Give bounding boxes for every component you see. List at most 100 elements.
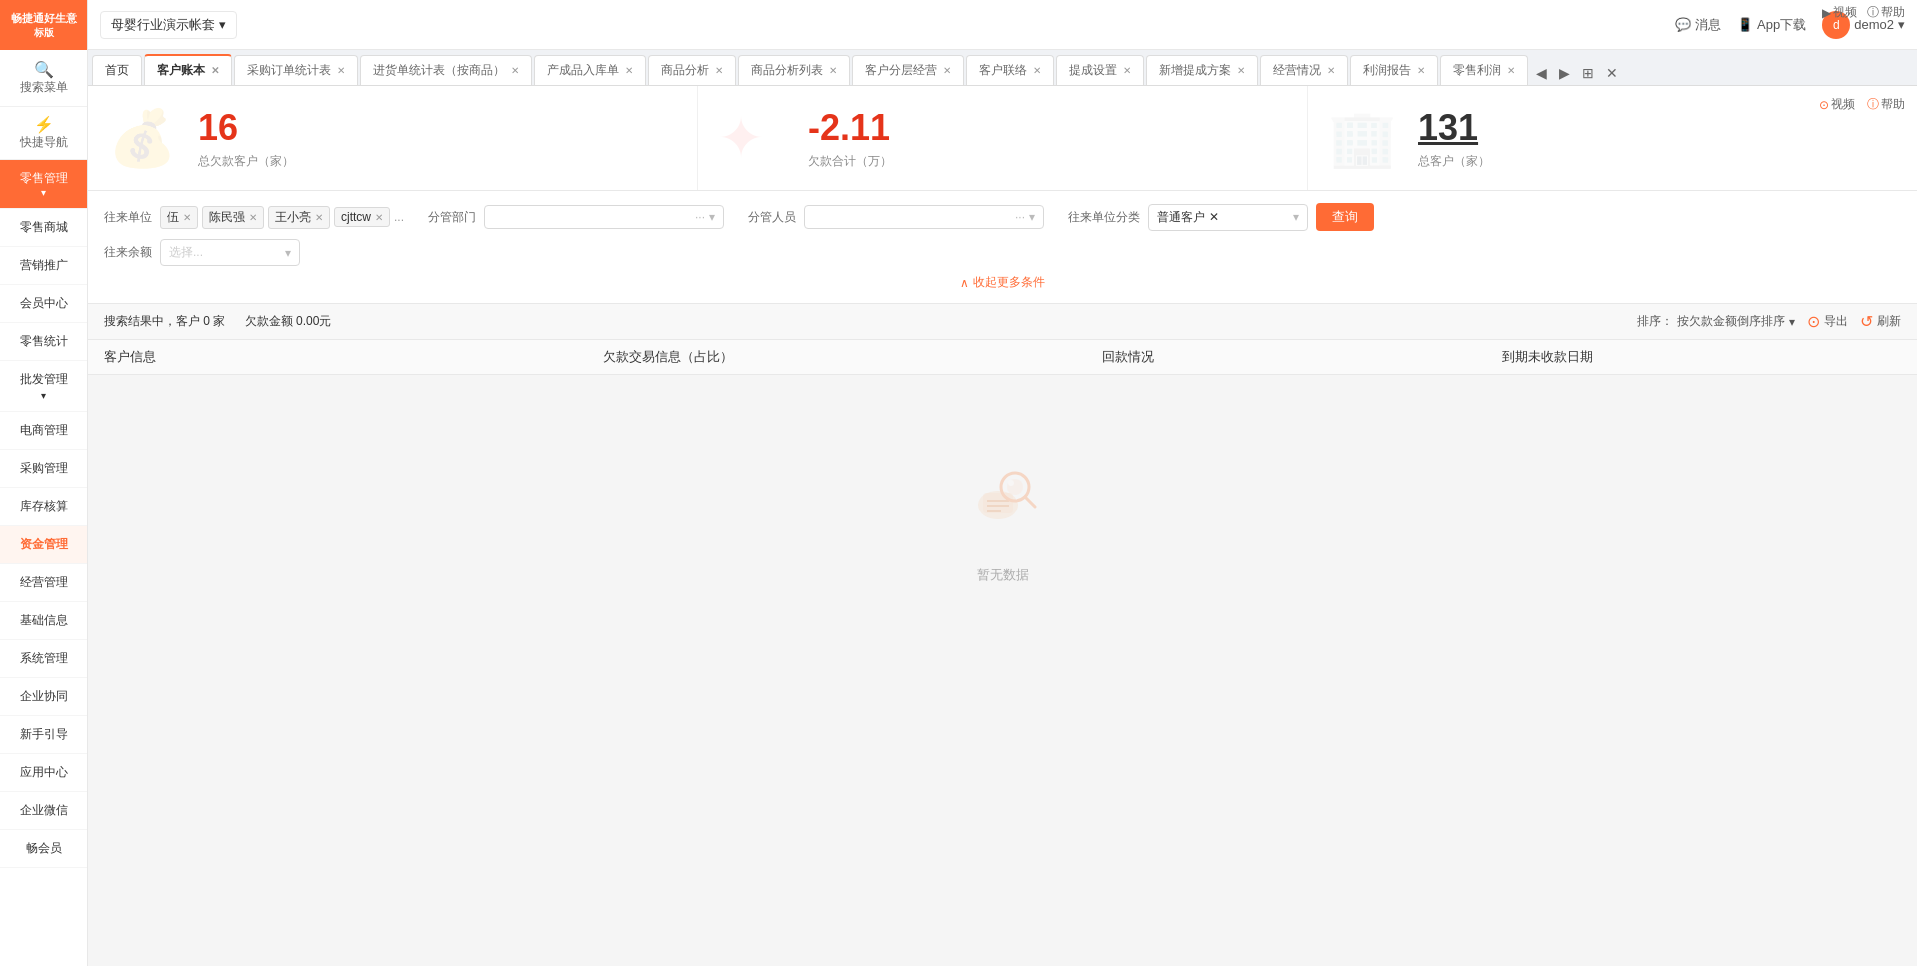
collapse-label: 收起更多条件	[973, 274, 1045, 291]
tab-profit-report[interactable]: 利润报告 ✕	[1350, 55, 1438, 85]
tab-profit-report-close[interactable]: ✕	[1417, 65, 1425, 76]
sidebar-item-app-center[interactable]: 应用中心	[0, 754, 87, 792]
sidebar-item-purchase[interactable]: 采购管理	[0, 450, 87, 488]
stat-video-btn[interactable]: ⊙ 视频	[1819, 96, 1855, 113]
person-filter-label: 分管人员	[748, 209, 796, 226]
tab-product-analysis[interactable]: 商品分析 ✕	[648, 55, 736, 85]
tab-customer-accounts-close[interactable]: ✕	[211, 65, 219, 76]
sidebar-item-member[interactable]: 会员中心	[0, 285, 87, 323]
stat-customers-value: 16	[198, 106, 294, 149]
classification-selector[interactable]: 普通客户 ✕ ▾	[1148, 204, 1308, 231]
tag-2-text: 陈民强	[209, 209, 245, 226]
sidebar-item-operations[interactable]: 经营管理	[0, 564, 87, 602]
sidebar-item-enterprise[interactable]: 企业协同	[0, 678, 87, 716]
sidebar-item-inventory[interactable]: 库存核算	[0, 488, 87, 526]
sidebar-retail-stats-label: 零售统计	[6, 333, 81, 350]
info-circle-icon: ⓘ	[1867, 96, 1879, 113]
sort-chevron-icon: ▾	[1789, 315, 1795, 329]
tag-4-close[interactable]: ✕	[375, 212, 383, 223]
tag-3-text: 王小亮	[275, 209, 311, 226]
tab-close-all[interactable]: ✕	[1600, 61, 1624, 85]
sidebar-quick-nav[interactable]: ⚡ 快捷导航	[0, 107, 87, 160]
tab-product-entry[interactable]: 产成品入库单 ✕	[534, 55, 646, 85]
dept-selector[interactable]: ··· ▾	[484, 205, 724, 229]
export-icon: ⊙	[1807, 312, 1820, 331]
message-icon: 💬	[1675, 17, 1691, 32]
sidebar-item-wechat[interactable]: 企业微信	[0, 792, 87, 830]
sidebar-item-finance[interactable]: 资金管理	[0, 526, 87, 564]
account-selector[interactable]: 母婴行业演示帐套 ▾	[100, 11, 237, 39]
refresh-button[interactable]: ↺ 刷新	[1860, 312, 1901, 331]
filter-tag-2[interactable]: 陈民强 ✕	[202, 206, 264, 229]
tab-customer-accounts[interactable]: 客户账本 ✕	[144, 54, 232, 85]
tab-purchase-order[interactable]: 采购订单统计表 ✕	[234, 55, 358, 85]
tab-product-analysis-list-close[interactable]: ✕	[829, 65, 837, 76]
sidebar-member-label: 会员中心	[6, 295, 81, 312]
tab-customer-contact-close[interactable]: ✕	[1033, 65, 1041, 76]
tab-operations[interactable]: 经营情况 ✕	[1260, 55, 1348, 85]
tab-new-promo-close[interactable]: ✕	[1237, 65, 1245, 76]
tab-purchase-stats-close[interactable]: ✕	[511, 65, 519, 76]
sidebar-item-basic-info[interactable]: 基础信息	[0, 602, 87, 640]
tab-purchase-order-close[interactable]: ✕	[337, 65, 345, 76]
message-button[interactable]: 💬 消息	[1675, 16, 1721, 34]
sidebar-item-retail[interactable]: 零售管理 ▾	[0, 160, 87, 209]
tag-1-close[interactable]: ✕	[183, 212, 191, 223]
dept-chevron-icon: ▾	[709, 210, 715, 224]
tab-purchase-stats[interactable]: 进货单统计表（按商品） ✕	[360, 55, 532, 85]
sidebar-app-center-label: 应用中心	[6, 764, 81, 781]
filter-tag-3[interactable]: 王小亮 ✕	[268, 206, 330, 229]
collapse-button[interactable]: ∧ 收起更多条件	[960, 274, 1045, 291]
tab-customer-segment-close[interactable]: ✕	[943, 65, 951, 76]
tab-product-analysis-close[interactable]: ✕	[715, 65, 723, 76]
tag-3-close[interactable]: ✕	[315, 212, 323, 223]
sidebar-item-system[interactable]: 系统管理	[0, 640, 87, 678]
tab-scroll-left[interactable]: ◀	[1530, 61, 1553, 85]
balance-placeholder: 选择...	[169, 244, 203, 261]
tag-2-close[interactable]: ✕	[249, 212, 257, 223]
sort-button[interactable]: 排序： 按欠款金额倒序排序 ▾	[1637, 313, 1795, 330]
sidebar-item-wholesale[interactable]: 批发管理 ▾	[0, 361, 87, 412]
tab-new-promo[interactable]: 新增提成方案 ✕	[1146, 55, 1258, 85]
tab-retail-profit[interactable]: 零售利润 ✕	[1440, 55, 1528, 85]
query-button[interactable]: 查询	[1316, 203, 1374, 231]
tab-customer-segment[interactable]: 客户分层经营 ✕	[852, 55, 964, 85]
tab-expand[interactable]: ⊞	[1576, 61, 1600, 85]
sidebar-item-vip[interactable]: 畅会员	[0, 830, 87, 868]
sidebar-item-ecommerce[interactable]: 电商管理	[0, 412, 87, 450]
balance-selector[interactable]: 选择... ▾	[160, 239, 300, 266]
person-selector[interactable]: ··· ▾	[804, 205, 1044, 229]
tab-promo-settings-close[interactable]: ✕	[1123, 65, 1131, 76]
stats-row: ▶ 视频 ⓘ 帮助 💰 16 总欠款客户（家） ✦ -2.1	[88, 86, 1917, 191]
more-tags-btn[interactable]: ...	[394, 210, 404, 224]
result-info: 搜索结果中，客户 0 家 欠款金额 0.00元	[104, 313, 331, 330]
classification-close[interactable]: ✕	[1209, 210, 1219, 224]
sidebar-inventory-label: 库存核算	[6, 498, 81, 515]
page-content: ▶ 视频 ⓘ 帮助 💰 16 总欠款客户（家） ✦ -2.1	[88, 86, 1917, 966]
filter-tag-1[interactable]: 伍 ✕	[160, 206, 198, 229]
tab-scroll-right[interactable]: ▶	[1553, 61, 1576, 85]
app-download-button[interactable]: 📱 App下载	[1737, 16, 1806, 34]
sidebar-item-marketing[interactable]: 营销推广	[0, 247, 87, 285]
export-button[interactable]: ⊙ 导出	[1807, 312, 1848, 331]
tab-customer-accounts-label: 客户账本	[157, 62, 205, 79]
filter-tag-4[interactable]: cjttcw ✕	[334, 207, 390, 227]
sidebar-item-new-guide[interactable]: 新手引导	[0, 716, 87, 754]
logo-line1: 畅捷通好生意	[11, 11, 77, 25]
tab-product-entry-close[interactable]: ✕	[625, 65, 633, 76]
tab-home[interactable]: 首页	[92, 55, 142, 85]
tab-operations-close[interactable]: ✕	[1327, 65, 1335, 76]
sidebar-item-retail-stats[interactable]: 零售统计	[0, 323, 87, 361]
tab-product-analysis-list[interactable]: 商品分析列表 ✕	[738, 55, 850, 85]
sidebar-marketing-label: 营销推广	[6, 257, 81, 274]
stat-bg-icon-3: 🏢	[1328, 106, 1397, 171]
refresh-icon: ↺	[1860, 312, 1873, 331]
empty-icon	[963, 455, 1043, 554]
tab-customer-contact[interactable]: 客户联络 ✕	[966, 55, 1054, 85]
tab-retail-profit-close[interactable]: ✕	[1507, 65, 1515, 76]
stat-help-btn[interactable]: ⓘ 帮助	[1867, 96, 1905, 113]
app-logo: 畅捷通好生意 标版	[0, 0, 87, 50]
sidebar-item-retail-mall[interactable]: 零售商城	[0, 209, 87, 247]
sidebar-search[interactable]: 🔍 搜索菜单	[0, 50, 87, 107]
tab-promo-settings[interactable]: 提成设置 ✕	[1056, 55, 1144, 85]
